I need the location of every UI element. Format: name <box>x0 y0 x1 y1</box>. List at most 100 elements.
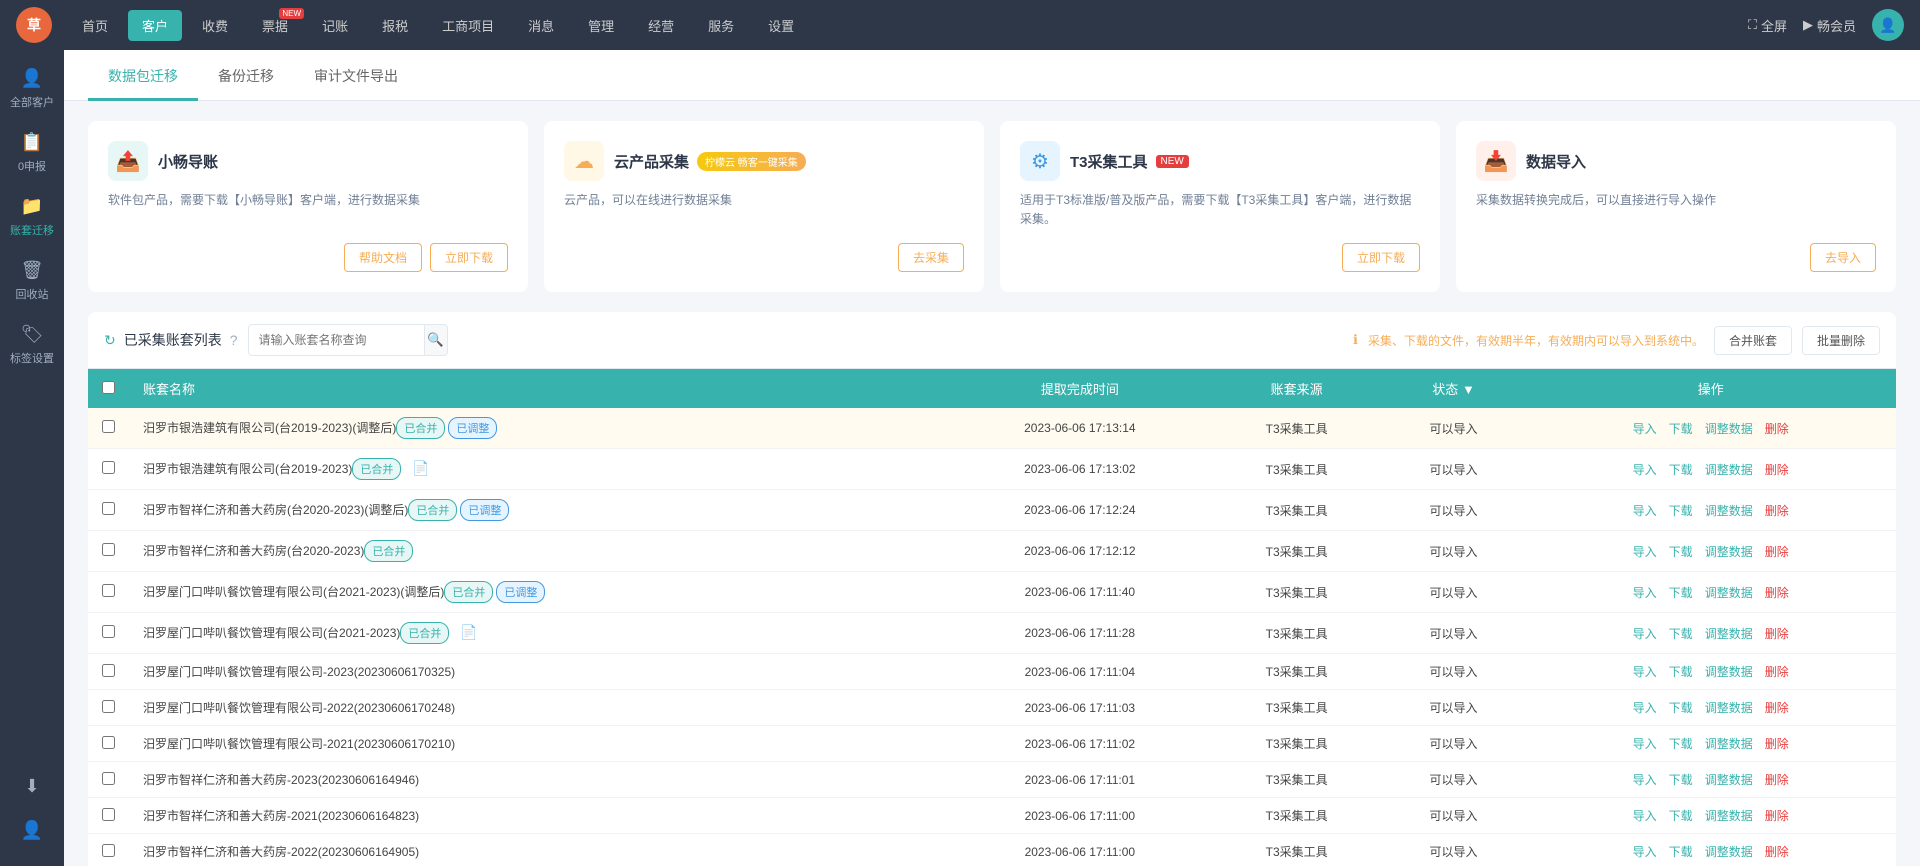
download-link[interactable]: 下载 <box>1663 586 1699 600</box>
sidebar-item-zero-report[interactable]: 📋 0申报 <box>4 122 60 182</box>
adjust-link[interactable]: 调整数据 <box>1699 545 1759 559</box>
adjust-link[interactable]: 调整数据 <box>1699 773 1759 787</box>
import-link[interactable]: 导入 <box>1627 504 1663 518</box>
download-link[interactable]: 下载 <box>1663 422 1699 436</box>
row-checkbox[interactable] <box>102 808 115 821</box>
nav-business[interactable]: 工商项目 <box>428 10 508 41</box>
t3caiji-icon: ⚙ <box>1020 141 1060 181</box>
shujudaoru-import-btn[interactable]: 去导入 <box>1810 243 1876 272</box>
t3caiji-download-btn[interactable]: 立即下载 <box>1342 243 1420 272</box>
delete-link[interactable]: 删除 <box>1759 463 1795 477</box>
row-checkbox[interactable] <box>102 625 115 638</box>
import-link[interactable]: 导入 <box>1627 737 1663 751</box>
tab-data-migration[interactable]: 数据包迁移 <box>88 50 198 101</box>
import-link[interactable]: 导入 <box>1627 809 1663 823</box>
status-filter-icon[interactable]: ▼ <box>1462 382 1475 397</box>
badge-merged: 已合并 <box>352 458 401 480</box>
row-checkbox[interactable] <box>102 461 115 474</box>
sidebar-profile-btn[interactable]: 👤 <box>4 810 60 850</box>
xiaochangdaozhang-help-btn[interactable]: 帮助文档 <box>344 243 422 272</box>
select-all-checkbox[interactable] <box>102 381 115 394</box>
download-link[interactable]: 下载 <box>1663 701 1699 715</box>
fullscreen-btn[interactable]: ⛶ 全屏 <box>1748 16 1787 35</box>
sidebar-item-all-customers[interactable]: 👤 全部客户 <box>4 58 60 118</box>
import-link[interactable]: 导入 <box>1627 773 1663 787</box>
nav-operation[interactable]: 经营 <box>634 10 688 41</box>
merge-btn[interactable]: 合并账套 <box>1714 326 1792 355</box>
row-checkbox[interactable] <box>102 664 115 677</box>
import-link[interactable]: 导入 <box>1627 586 1663 600</box>
import-link[interactable]: 导入 <box>1627 845 1663 859</box>
delete-link[interactable]: 删除 <box>1759 737 1795 751</box>
import-link[interactable]: 导入 <box>1627 545 1663 559</box>
adjust-link[interactable]: 调整数据 <box>1699 845 1759 859</box>
sidebar-download-btn[interactable]: ⬇ <box>4 766 60 806</box>
adjust-link[interactable]: 调整数据 <box>1699 665 1759 679</box>
sidebar-item-recycle[interactable]: 🗑 回收站 <box>4 250 60 310</box>
row-checkbox[interactable] <box>102 844 115 857</box>
row-checkbox[interactable] <box>102 543 115 556</box>
delete-link[interactable]: 删除 <box>1759 504 1795 518</box>
download-link[interactable]: 下载 <box>1663 845 1699 859</box>
row-checkbox[interactable] <box>102 584 115 597</box>
row-checkbox[interactable] <box>102 736 115 749</box>
delete-link[interactable]: 删除 <box>1759 627 1795 641</box>
adjust-link[interactable]: 调整数据 <box>1699 809 1759 823</box>
download-link[interactable]: 下载 <box>1663 627 1699 641</box>
adjust-link[interactable]: 调整数据 <box>1699 422 1759 436</box>
member-btn[interactable]: ▶ 畅会员 <box>1803 16 1856 35</box>
search-input[interactable] <box>249 328 424 352</box>
download-link[interactable]: 下载 <box>1663 463 1699 477</box>
download-link[interactable]: 下载 <box>1663 504 1699 518</box>
nav-tax[interactable]: 报税 <box>368 10 422 41</box>
adjust-link[interactable]: 调整数据 <box>1699 586 1759 600</box>
delete-link[interactable]: 删除 <box>1759 586 1795 600</box>
nav-home[interactable]: 首页 <box>68 10 122 41</box>
nav-service[interactable]: 服务 <box>694 10 748 41</box>
nav-message[interactable]: 消息 <box>514 10 568 41</box>
nav-customer[interactable]: 客户 <box>128 10 182 41</box>
row-checkbox[interactable] <box>102 700 115 713</box>
import-link[interactable]: 导入 <box>1627 701 1663 715</box>
nav-settings[interactable]: 设置 <box>754 10 808 41</box>
delete-link[interactable]: 删除 <box>1759 422 1795 436</box>
delete-link[interactable]: 删除 <box>1759 773 1795 787</box>
refresh-icon[interactable]: ↻ <box>104 332 116 349</box>
nav-ticket[interactable]: 票据 <box>248 10 302 41</box>
adjust-link[interactable]: 调整数据 <box>1699 463 1759 477</box>
nav-fee[interactable]: 收费 <box>188 10 242 41</box>
nav-manage[interactable]: 管理 <box>574 10 628 41</box>
delete-link[interactable]: 删除 <box>1759 545 1795 559</box>
adjust-link[interactable]: 调整数据 <box>1699 627 1759 641</box>
delete-link[interactable]: 删除 <box>1759 665 1795 679</box>
help-icon[interactable]: ? <box>230 332 238 348</box>
delete-link[interactable]: 删除 <box>1759 809 1795 823</box>
download-link[interactable]: 下载 <box>1663 665 1699 679</box>
sidebar-item-account-migration[interactable]: 📁 账套迁移 <box>4 186 60 246</box>
row-checkbox[interactable] <box>102 420 115 433</box>
import-link[interactable]: 导入 <box>1627 627 1663 641</box>
delete-link[interactable]: 删除 <box>1759 845 1795 859</box>
adjust-link[interactable]: 调整数据 <box>1699 737 1759 751</box>
delete-link[interactable]: 删除 <box>1759 701 1795 715</box>
import-link[interactable]: 导入 <box>1627 665 1663 679</box>
import-link[interactable]: 导入 <box>1627 463 1663 477</box>
download-link[interactable]: 下载 <box>1663 773 1699 787</box>
avatar[interactable]: 👤 <box>1872 9 1904 41</box>
download-link[interactable]: 下载 <box>1663 545 1699 559</box>
row-checkbox[interactable] <box>102 502 115 515</box>
batch-delete-btn[interactable]: 批量删除 <box>1802 326 1880 355</box>
sidebar-item-tag-settings[interactable]: 🏷 标签设置 <box>4 314 60 374</box>
adjust-link[interactable]: 调整数据 <box>1699 504 1759 518</box>
tab-backup-migration[interactable]: 备份迁移 <box>198 50 294 101</box>
search-button[interactable]: 🔍 <box>424 325 447 355</box>
xiaochangdaozhang-download-btn[interactable]: 立即下载 <box>430 243 508 272</box>
nav-bookkeeping[interactable]: 记账 <box>308 10 362 41</box>
yunpincaiji-collect-btn[interactable]: 去采集 <box>898 243 964 272</box>
import-link[interactable]: 导入 <box>1627 422 1663 436</box>
download-link[interactable]: 下载 <box>1663 737 1699 751</box>
tab-audit-export[interactable]: 审计文件导出 <box>294 50 418 101</box>
download-link[interactable]: 下载 <box>1663 809 1699 823</box>
row-checkbox[interactable] <box>102 772 115 785</box>
adjust-link[interactable]: 调整数据 <box>1699 701 1759 715</box>
